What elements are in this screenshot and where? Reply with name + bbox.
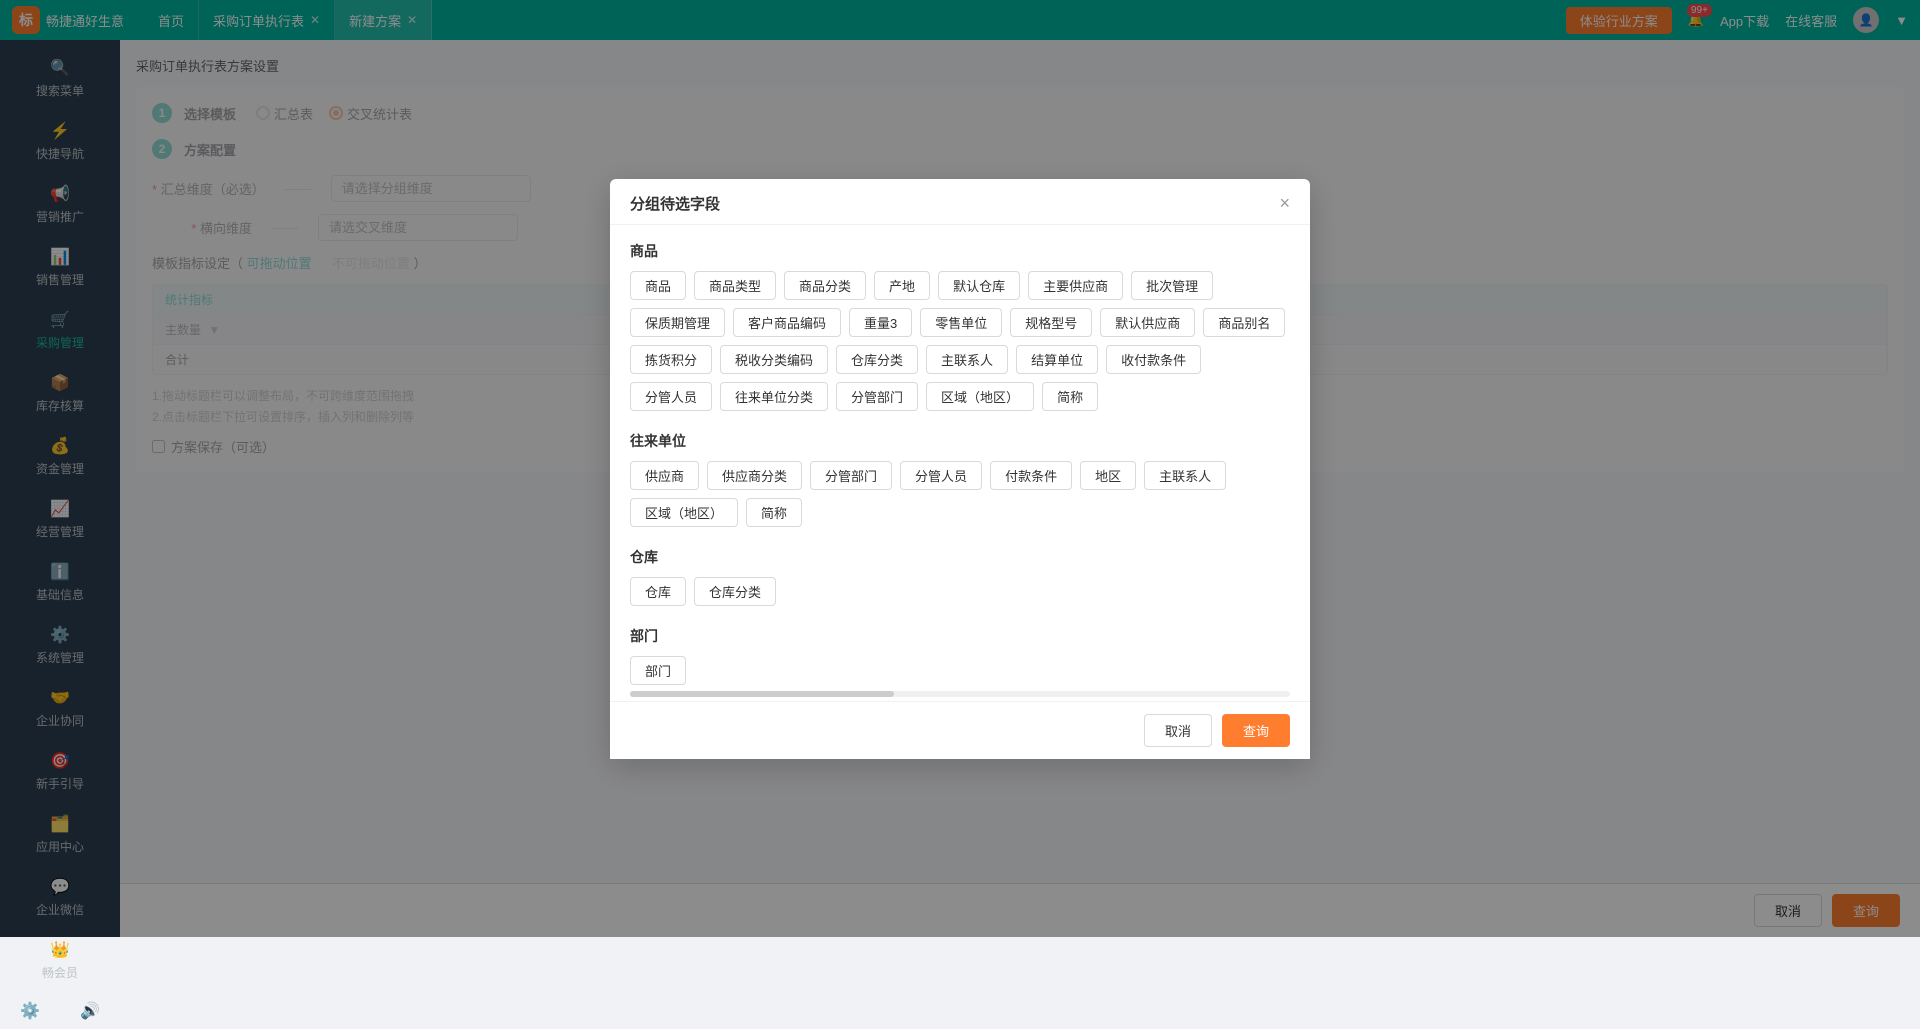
modal-hscroll-thumb [630, 691, 894, 696]
field-tag-goods-3[interactable]: 产地 [874, 271, 930, 300]
field-tag-cp-1[interactable]: 供应商分类 [707, 461, 802, 490]
field-group-counterparty-title: 往来单位 [630, 431, 1290, 451]
modal-cancel-button[interactable]: 取消 [1144, 714, 1212, 747]
field-tag-goods-9[interactable]: 重量3 [849, 308, 912, 337]
field-group-counterparty: 往来单位 供应商 供应商分类 分管部门 分管人员 付款条件 地区 主联系人 区域… [630, 431, 1290, 527]
field-tag-goods-22[interactable]: 分管部门 [836, 382, 918, 411]
field-tag-goods-4[interactable]: 默认仓库 [938, 271, 1020, 300]
sidebar-bottom: ⚙️ 🔊 [0, 993, 120, 1029]
field-tag-goods-15[interactable]: 税收分类编码 [720, 345, 828, 374]
field-tag-goods-13[interactable]: 商品别名 [1203, 308, 1285, 337]
field-tag-goods-14[interactable]: 拣货积分 [630, 345, 712, 374]
sidebar-settings-btn[interactable]: ⚙️ [20, 1001, 40, 1021]
modal-hscroll[interactable] [630, 691, 1290, 696]
field-tag-cp-0[interactable]: 供应商 [630, 461, 699, 490]
field-tag-cp-2[interactable]: 分管部门 [810, 461, 892, 490]
field-group-goods: 商品 商品 商品类型 商品分类 产地 默认仓库 主要供应商 批次管理 保质期管理… [630, 241, 1290, 411]
field-tag-cp-6[interactable]: 主联系人 [1144, 461, 1226, 490]
field-tags-warehouse: 仓库 仓库分类 [630, 577, 1290, 606]
field-tag-goods-17[interactable]: 主联系人 [926, 345, 1008, 374]
field-tag-goods-1[interactable]: 商品类型 [694, 271, 776, 300]
field-tag-goods-24[interactable]: 简称 [1042, 382, 1098, 411]
modal-confirm-button[interactable]: 查询 [1222, 714, 1290, 747]
field-tag-goods-21[interactable]: 往来单位分类 [720, 382, 828, 411]
sidebar-item-member-label: 畅会员 [42, 964, 78, 981]
field-tag-goods-19[interactable]: 收付款条件 [1106, 345, 1201, 374]
field-group-goods-title: 商品 [630, 241, 1290, 261]
field-tag-goods-0[interactable]: 商品 [630, 271, 686, 300]
field-tag-goods-6[interactable]: 批次管理 [1131, 271, 1213, 300]
field-tag-cp-5[interactable]: 地区 [1080, 461, 1136, 490]
field-tag-goods-2[interactable]: 商品分类 [784, 271, 866, 300]
sidebar-item-member[interactable]: 👑 畅会员 [0, 930, 120, 991]
field-tags-dept: 部门 [630, 656, 1290, 685]
modal-header: 分组待选字段 × [610, 179, 1310, 225]
field-tag-cp-8[interactable]: 简称 [746, 498, 802, 527]
modal-body: 商品 商品 商品类型 商品分类 产地 默认仓库 主要供应商 批次管理 保质期管理… [610, 225, 1310, 692]
field-tags-counterparty: 供应商 供应商分类 分管部门 分管人员 付款条件 地区 主联系人 区域（地区） … [630, 461, 1290, 527]
field-group-warehouse-title: 仓库 [630, 547, 1290, 567]
field-tag-cp-3[interactable]: 分管人员 [900, 461, 982, 490]
field-tag-goods-23[interactable]: 区域（地区） [926, 382, 1034, 411]
field-tags-goods: 商品 商品类型 商品分类 产地 默认仓库 主要供应商 批次管理 保质期管理 客户… [630, 271, 1290, 411]
field-tag-dept-0[interactable]: 部门 [630, 656, 686, 685]
member-icon: 👑 [50, 940, 70, 960]
field-tag-wh-1[interactable]: 仓库分类 [694, 577, 776, 606]
field-tag-cp-7[interactable]: 区域（地区） [630, 498, 738, 527]
field-tag-wh-0[interactable]: 仓库 [630, 577, 686, 606]
field-tag-goods-12[interactable]: 默认供应商 [1100, 308, 1195, 337]
field-tag-goods-5[interactable]: 主要供应商 [1028, 271, 1123, 300]
field-tag-goods-20[interactable]: 分管人员 [630, 382, 712, 411]
field-tag-goods-7[interactable]: 保质期管理 [630, 308, 725, 337]
modal-title: 分组待选字段 [630, 193, 720, 214]
modal-close-button[interactable]: × [1279, 194, 1290, 212]
field-group-dept: 部门 部门 [630, 626, 1290, 685]
sidebar-bottom-row: ⚙️ 🔊 [0, 993, 120, 1029]
field-tag-goods-11[interactable]: 规格型号 [1010, 308, 1092, 337]
field-group-dept-title: 部门 [630, 626, 1290, 646]
field-tag-goods-8[interactable]: 客户商品编码 [733, 308, 841, 337]
modal-footer: 取消 查询 [610, 701, 1310, 759]
field-tag-goods-18[interactable]: 结算单位 [1016, 345, 1098, 374]
field-group-warehouse: 仓库 仓库 仓库分类 [630, 547, 1290, 606]
modal-overlay: 分组待选字段 × 商品 商品 商品类型 商品分类 产地 默认仓库 主要供应商 批… [0, 0, 1920, 937]
sidebar-sound-btn[interactable]: 🔊 [80, 1001, 100, 1021]
field-select-modal: 分组待选字段 × 商品 商品 商品类型 商品分类 产地 默认仓库 主要供应商 批… [610, 179, 1310, 759]
field-tag-goods-16[interactable]: 仓库分类 [836, 345, 918, 374]
field-tag-cp-4[interactable]: 付款条件 [990, 461, 1072, 490]
field-tag-goods-10[interactable]: 零售单位 [920, 308, 1002, 337]
